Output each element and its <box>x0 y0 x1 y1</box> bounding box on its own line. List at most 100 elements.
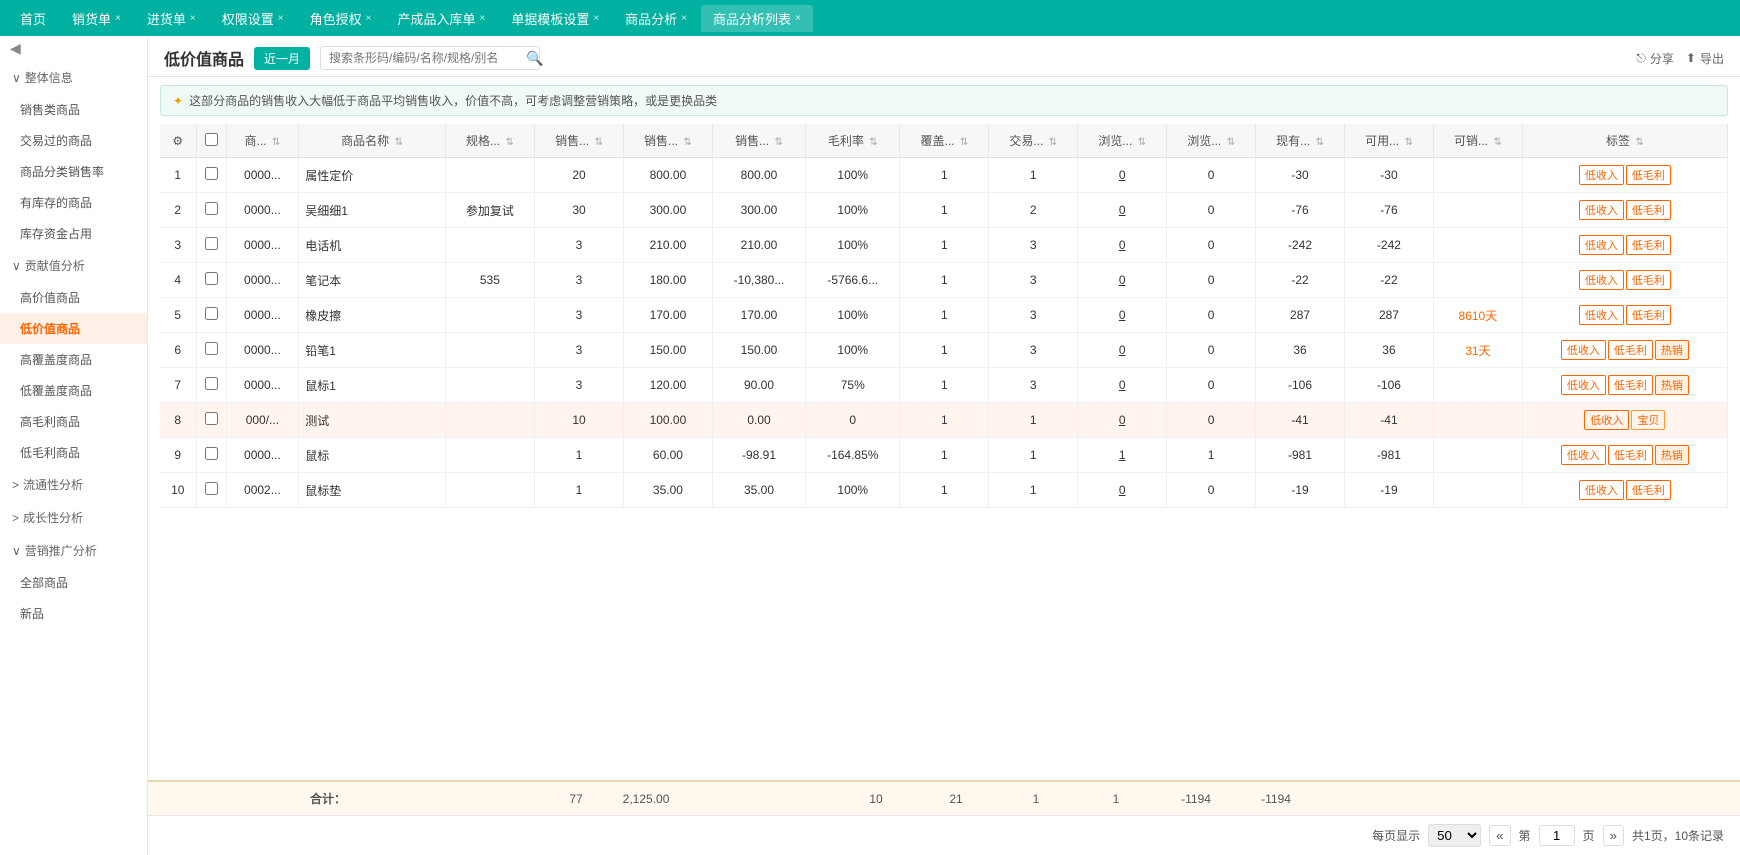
row-browse1[interactable]: 0 <box>1078 158 1167 193</box>
search-icon[interactable]: 🔍 <box>526 50 543 67</box>
col-stock2[interactable]: 可用... ⇅ <box>1345 124 1434 158</box>
row-browse1[interactable]: 0 <box>1078 228 1167 263</box>
col-code[interactable]: 商... ⇅ <box>226 124 299 158</box>
sidebar-item-all-products[interactable]: 全部商品 <box>0 567 147 598</box>
close-icon[interactable]: × <box>190 13 196 24</box>
row-checkbox[interactable] <box>205 377 218 390</box>
col-cover[interactable]: 覆盖... ⇅ <box>900 124 989 158</box>
sidebar-item-in-stock[interactable]: 有库存的商品 <box>0 187 147 218</box>
col-tags[interactable]: 标签 ⇅ <box>1522 124 1727 158</box>
select-all-checkbox[interactable] <box>205 133 218 146</box>
row-trade: 1 <box>989 473 1078 508</box>
col-sales2[interactable]: 销售... ⇅ <box>623 124 712 158</box>
close-icon[interactable]: × <box>366 13 372 24</box>
close-icon[interactable]: × <box>115 13 121 24</box>
sidebar-collapse-btn[interactable]: ◀ <box>6 40 25 57</box>
row-gross: 100% <box>806 333 900 368</box>
nav-product-inbound[interactable]: 产成品入库单 × <box>385 5 497 32</box>
sidebar-item-inventory-value[interactable]: 库存资金占用 <box>0 218 147 249</box>
row-checkbox[interactable] <box>205 412 218 425</box>
row-browse1[interactable]: 0 <box>1078 193 1167 228</box>
row-browse1[interactable]: 0 <box>1078 333 1167 368</box>
close-icon[interactable]: × <box>593 13 599 24</box>
close-icon[interactable]: × <box>795 13 801 24</box>
row-name[interactable]: 橡皮擦 <box>299 298 445 333</box>
search-input[interactable] <box>320 46 540 70</box>
row-browse1[interactable]: 0 <box>1078 403 1167 438</box>
table-row: 10000...属性定价20800.00800.00100%1100-30-30… <box>160 158 1728 193</box>
sidebar-item-high-coverage[interactable]: 高覆盖度商品 <box>0 344 147 375</box>
first-page-btn[interactable]: « <box>1489 825 1510 846</box>
row-name[interactable]: 测试 <box>299 403 445 438</box>
row-checkbox[interactable] <box>205 307 218 320</box>
sidebar-item-low-margin[interactable]: 低毛利商品 <box>0 437 147 468</box>
row-checkbox[interactable] <box>205 342 218 355</box>
row-browse1[interactable]: 0 <box>1078 368 1167 403</box>
nav-product-analysis[interactable]: 商品分析 × <box>613 5 699 32</box>
row-spec <box>445 158 534 193</box>
sidebar-item-high-value[interactable]: 高价值商品 <box>0 282 147 313</box>
row-sales2: 150.00 <box>623 333 712 368</box>
row-browse1[interactable]: 0 <box>1078 473 1167 508</box>
row-name[interactable]: 吴细细1 <box>299 193 445 228</box>
nav-template-settings[interactable]: 单据模板设置 × <box>499 5 611 32</box>
sidebar-item-low-coverage[interactable]: 低覆盖度商品 <box>0 375 147 406</box>
nav-sales-order[interactable]: 销货单 × <box>60 5 133 32</box>
sidebar-item-new-products[interactable]: 新品 <box>0 598 147 629</box>
col-stock3[interactable]: 可销... ⇅ <box>1433 124 1522 158</box>
nav-product-analysis-list[interactable]: 商品分析列表 × <box>701 5 813 32</box>
sidebar-section-growth[interactable]: > 成长性分析 <box>0 501 147 534</box>
close-icon[interactable]: × <box>479 13 485 24</box>
sidebar-section-marketing[interactable]: ∨ 营销推广分析 <box>0 534 147 567</box>
row-name[interactable]: 鼠标垫 <box>299 473 445 508</box>
row-checkbox[interactable] <box>205 272 218 285</box>
next-page-btn[interactable]: » <box>1603 825 1624 846</box>
row-code: 000/... <box>226 403 299 438</box>
col-stock1[interactable]: 现有... ⇅ <box>1256 124 1345 158</box>
row-checkbox[interactable] <box>205 202 218 215</box>
export-button[interactable]: ⬆ 导出 <box>1686 50 1724 67</box>
col-sales3[interactable]: 销售... ⇅ <box>712 124 805 158</box>
col-browse1[interactable]: 浏览... ⇅ <box>1078 124 1167 158</box>
col-name[interactable]: 商品名称 ⇅ <box>299 124 445 158</box>
sidebar-item-traded-products[interactable]: 交易过的商品 <box>0 125 147 156</box>
period-button[interactable]: 近一月 <box>254 47 310 70</box>
row-name[interactable]: 属性定价 <box>299 158 445 193</box>
close-icon[interactable]: × <box>278 13 284 24</box>
sidebar-section-contribution[interactable]: ∨ 贡献值分析 <box>0 249 147 282</box>
col-browse2[interactable]: 浏览... ⇅ <box>1167 124 1256 158</box>
row-checkbox[interactable] <box>205 237 218 250</box>
nav-role-auth[interactable]: 角色授权 × <box>298 5 384 32</box>
tag: 低收入 <box>1579 270 1624 290</box>
row-browse1[interactable]: 1 <box>1078 438 1167 473</box>
row-checkbox[interactable] <box>205 167 218 180</box>
row-browse1[interactable]: 0 <box>1078 298 1167 333</box>
share-button[interactable]: ⎋ 分享 <box>1636 50 1674 67</box>
row-stock1: -19 <box>1256 473 1345 508</box>
page-number-input[interactable] <box>1539 825 1575 846</box>
nav-home[interactable]: 首页 <box>8 5 58 32</box>
close-icon[interactable]: × <box>681 13 687 24</box>
sidebar-item-sales-products[interactable]: 销售类商品 <box>0 94 147 125</box>
sidebar-item-category-sales-rate[interactable]: 商品分类销售率 <box>0 156 147 187</box>
row-name[interactable]: 笔记本 <box>299 263 445 298</box>
col-trade[interactable]: 交易... ⇅ <box>989 124 1078 158</box>
row-name[interactable]: 鼠标 <box>299 438 445 473</box>
row-checkbox[interactable] <box>205 447 218 460</box>
nav-permission-settings[interactable]: 权限设置 × <box>210 5 296 32</box>
settings-column[interactable]: ⚙ <box>160 124 196 158</box>
col-spec[interactable]: 规格... ⇅ <box>445 124 534 158</box>
sidebar-item-low-value[interactable]: 低价值商品 <box>0 313 147 344</box>
sidebar-item-high-margin[interactable]: 高毛利商品 <box>0 406 147 437</box>
row-name[interactable]: 电话机 <box>299 228 445 263</box>
col-gross[interactable]: 毛利率 ⇅ <box>806 124 900 158</box>
row-name[interactable]: 铅笔1 <box>299 333 445 368</box>
nav-purchase-order[interactable]: 进货单 × <box>135 5 208 32</box>
row-checkbox[interactable] <box>205 482 218 495</box>
col-sales1[interactable]: 销售... ⇅ <box>535 124 624 158</box>
row-browse1[interactable]: 0 <box>1078 263 1167 298</box>
sidebar-section-overall[interactable]: ∨ 整体信息 <box>0 61 147 94</box>
sidebar-section-liquidity[interactable]: > 流通性分析 <box>0 468 147 501</box>
row-name[interactable]: 鼠标1 <box>299 368 445 403</box>
per-page-select[interactable]: 50 100 200 <box>1428 824 1481 847</box>
